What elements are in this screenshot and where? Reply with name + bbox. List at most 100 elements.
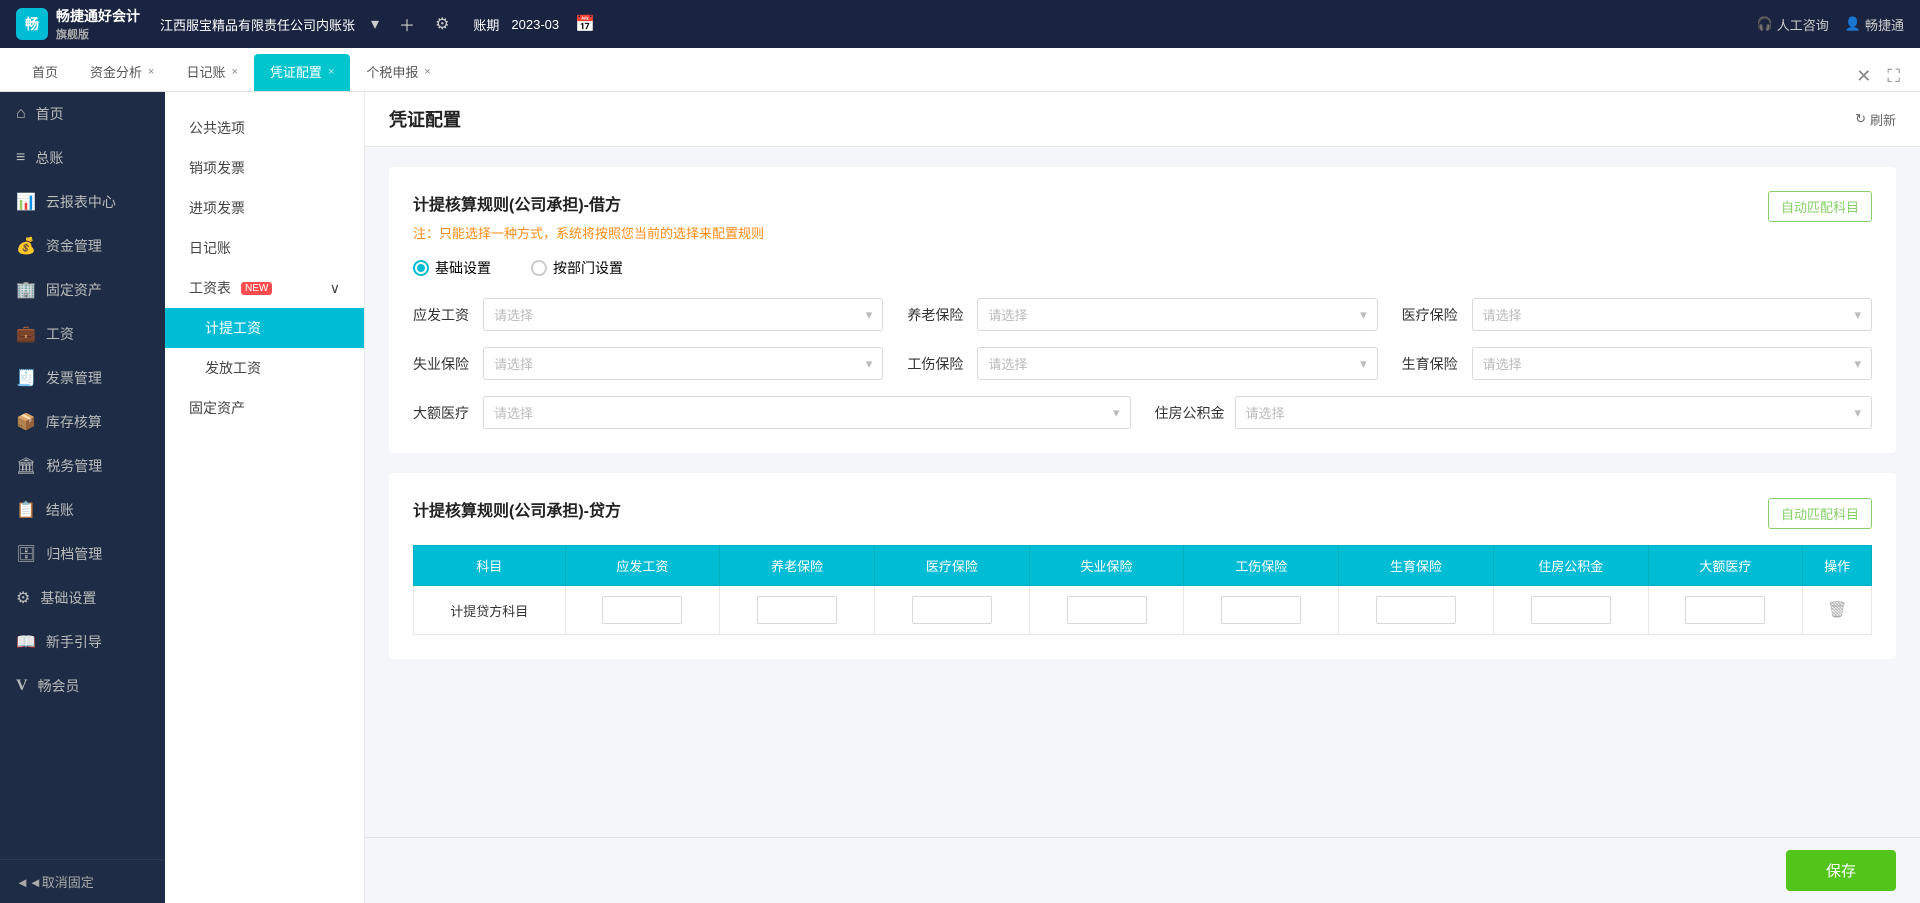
refresh-label: 刷新 — [1870, 110, 1896, 129]
service-button[interactable]: 🎧 人工咨询 — [1757, 15, 1829, 34]
archive-icon: 🗄 — [16, 544, 36, 564]
sidebar-item-assets[interactable]: 🏢 固定资产 — [0, 268, 165, 312]
left-panel-payroll-label: 工资表 — [189, 278, 231, 298]
sidebar: ⌂ 首页 ≡ 总账 📊 云报表中心 💰 资金管理 🏢 固定资产 💼 工资 🧾 发… — [0, 92, 165, 903]
debit-auto-match-button[interactable]: 自动匹配科目 — [1768, 191, 1872, 222]
col-housing: 住房公积金 — [1493, 546, 1648, 586]
medical-select[interactable]: 请选择 ▾ — [1472, 298, 1872, 331]
sidebar-item-home[interactable]: ⌂ 首页 — [0, 92, 165, 136]
field-medical: 医疗保险 请选择 ▾ — [1402, 298, 1872, 331]
credit-input-injury[interactable] — [1221, 596, 1301, 624]
refresh-icon: ↻ — [1855, 111, 1866, 127]
sidebar-label-ledger: 总账 — [35, 148, 63, 168]
injury-chevron: ▾ — [1360, 356, 1367, 372]
credit-input-medical[interactable] — [912, 596, 992, 624]
debit-form-row1: 应发工资 请选择 ▾ 养老保险 请选择 ▾ 医疗 — [413, 298, 1872, 331]
save-button[interactable]: 保存 — [1786, 850, 1896, 891]
injury-select[interactable]: 请选择 ▾ — [977, 347, 1377, 380]
unemployment-chevron: ▾ — [866, 356, 873, 372]
left-panel-pay-wage[interactable]: 发放工资 — [165, 348, 364, 388]
field-pension: 养老保险 请选择 ▾ — [907, 298, 1377, 331]
sidebar-item-ledger[interactable]: ≡ 总账 — [0, 136, 165, 180]
add-tab-icon[interactable]: ＋ — [395, 8, 419, 40]
major-medical-select[interactable]: 请选择 ▾ — [483, 396, 1131, 429]
debit-form-row2: 失业保险 请选择 ▾ 工伤保险 请选择 ▾ 生育 — [413, 347, 1872, 380]
tab-home[interactable]: 首页 — [16, 54, 74, 91]
tab-expand-icon[interactable]: ⛶ — [1883, 62, 1904, 91]
col-injury: 工伤保险 — [1184, 546, 1339, 586]
credit-input-unemployment[interactable] — [1067, 596, 1147, 624]
left-panel-purchase-invoice[interactable]: 进项发票 — [165, 188, 364, 228]
tab-tax[interactable]: 个税申报 × — [350, 54, 446, 91]
col-maternity: 生育保险 — [1339, 546, 1494, 586]
payroll-expand-icon[interactable]: ∨ — [330, 280, 340, 297]
left-panel-public[interactable]: 公共选项 — [165, 108, 364, 148]
content-body: 计提核算规则(公司承担)-借方 注：只能选择一种方式，系统将按照您当前的选择来配… — [365, 147, 1920, 837]
credit-auto-match-button[interactable]: 自动匹配科目 — [1768, 498, 1872, 529]
settings-icon[interactable]: ⚙ — [431, 10, 453, 38]
calendar-icon[interactable]: 📅 — [571, 10, 599, 38]
credit-input-maternity[interactable] — [1376, 596, 1456, 624]
pension-select[interactable]: 请选择 ▾ — [977, 298, 1377, 331]
sidebar-unpin[interactable]: ◄◄取消固定 — [0, 859, 165, 903]
sidebar-label-payroll: 工资 — [46, 324, 74, 344]
logo-sub: 旗舰版 — [56, 26, 140, 42]
refresh-button[interactable]: ↻ 刷新 — [1855, 110, 1896, 129]
tab-close-icon[interactable]: ✕ — [1852, 62, 1875, 91]
avatar-icon: 👤 — [1845, 16, 1861, 32]
left-panel-sub: 计提工资 发放工资 — [165, 308, 364, 388]
unemployment-select[interactable]: 请选择 ▾ — [483, 347, 883, 380]
credit-input-gross[interactable] — [602, 596, 682, 624]
service-label: 人工咨询 — [1777, 15, 1829, 34]
content-area: 凭证配置 ↻ 刷新 计提核算规则(公司承担)-借方 注：只能选择一种方式，系统将… — [365, 92, 1920, 903]
maternity-select[interactable]: 请选择 ▾ — [1472, 347, 1872, 380]
field-housing-fund: 住房公积金 请选择 ▾ — [1155, 396, 1873, 429]
company-name: 江西服宝精品有限责任公司内账张 — [160, 15, 355, 34]
major-medical-placeholder: 请选择 — [494, 403, 533, 422]
gross-wage-placeholder: 请选择 — [494, 305, 533, 324]
left-panel-sales-invoice[interactable]: 销项发票 — [165, 148, 364, 188]
sidebar-item-closing[interactable]: 📋 结账 — [0, 488, 165, 532]
company-dropdown-icon[interactable]: ▾ — [367, 10, 383, 38]
tab-journal[interactable]: 日记账 × — [170, 54, 253, 91]
tab-voucher-close-icon[interactable]: × — [328, 66, 334, 78]
gross-wage-select[interactable]: 请选择 ▾ — [483, 298, 883, 331]
tab-journal-close-icon[interactable]: × — [231, 66, 237, 78]
user-menu[interactable]: 👤 畅捷通 — [1845, 15, 1904, 34]
left-panel-accrue-wage[interactable]: 计提工资 — [165, 308, 364, 348]
housing-fund-select[interactable]: 请选择 ▾ — [1235, 396, 1873, 429]
radio-dept-circle — [531, 260, 547, 276]
left-panel-journal[interactable]: 日记账 — [165, 228, 364, 268]
period-label: 账期 — [473, 15, 499, 34]
radio-department[interactable]: 按部门设置 — [531, 258, 623, 278]
radio-basic[interactable]: 基础设置 — [413, 258, 491, 278]
sidebar-item-reports[interactable]: 📊 云报表中心 — [0, 180, 165, 224]
logo: 畅 畅捷通好会计 旗舰版 — [16, 6, 140, 42]
left-panel-payroll-table[interactable]: 工资表 NEW ∨ — [165, 268, 364, 308]
sidebar-item-tax[interactable]: 🏛 税务管理 — [0, 444, 165, 488]
left-panel-fixed-assets[interactable]: 固定资产 — [165, 388, 364, 428]
sidebar-item-inventory[interactable]: 📦 库存核算 — [0, 400, 165, 444]
tab-tax-close-icon[interactable]: × — [424, 66, 430, 78]
main-layout: ⌂ 首页 ≡ 总账 📊 云报表中心 💰 资金管理 🏢 固定资产 💼 工资 🧾 发… — [0, 92, 1920, 903]
sidebar-item-settings[interactable]: ⚙ 基础设置 — [0, 576, 165, 620]
logo-icon: 畅 — [16, 8, 48, 40]
delete-icon[interactable]: 🗑 — [1827, 602, 1847, 619]
top-bar-center: 江西服宝精品有限责任公司内账张 ▾ ＋ ⚙ 账期 2023-03 📅 — [160, 8, 1757, 40]
sidebar-item-fund[interactable]: 💰 资金管理 — [0, 224, 165, 268]
sidebar-item-archive[interactable]: 🗄 归档管理 — [0, 532, 165, 576]
tab-voucher-config[interactable]: 凭证配置 × — [254, 54, 350, 91]
tab-capital-analysis[interactable]: 资金分析 × — [74, 54, 170, 91]
tab-capital-close-icon[interactable]: × — [148, 66, 154, 78]
credit-input-pension[interactable] — [757, 596, 837, 624]
sidebar-item-invoice[interactable]: 🧾 发票管理 — [0, 356, 165, 400]
sidebar-item-payroll[interactable]: 💼 工资 — [0, 312, 165, 356]
credit-input-major-medical[interactable] — [1685, 596, 1765, 624]
sidebar-item-vip[interactable]: V 畅会员 — [0, 664, 165, 708]
reports-icon: 📊 — [16, 192, 36, 212]
sidebar-item-guide[interactable]: 📖 新手引导 — [0, 620, 165, 664]
sidebar-label-settings: 基础设置 — [40, 588, 96, 608]
credit-input-housing[interactable] — [1531, 596, 1611, 624]
field-injury: 工伤保险 请选择 ▾ — [907, 347, 1377, 380]
col-major-medical: 大额医疗 — [1648, 546, 1803, 586]
